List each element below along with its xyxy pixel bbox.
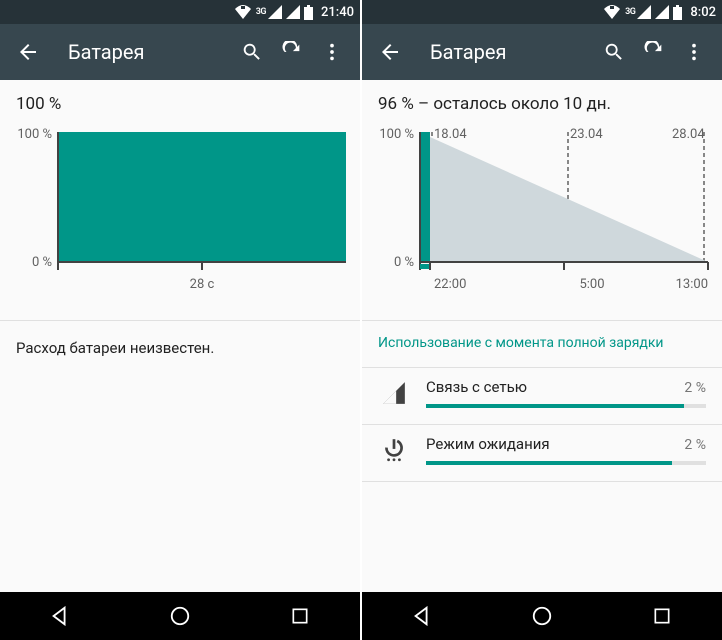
usage-item-network[interactable]: Связь с сетью 2 %	[362, 368, 722, 414]
content: 96 % – осталось около 10 дн. 100 % 0 % 1…	[362, 80, 722, 592]
battery-summary: 96 % – осталось около 10 дн.	[362, 80, 722, 124]
battery-icon	[673, 5, 682, 20]
top-tick-1: 23.04	[570, 127, 603, 142]
usage-bar-fill	[426, 404, 684, 408]
battery-icon	[304, 5, 313, 20]
nav-home-button[interactable]	[150, 592, 210, 640]
signal-icon-1	[268, 5, 282, 19]
navigation-bar	[362, 592, 722, 640]
x-tick-center: 28 с	[190, 277, 215, 292]
back-button[interactable]	[8, 32, 48, 72]
overflow-menu-button[interactable]	[674, 32, 714, 72]
network-3g-label: 3G	[625, 7, 635, 17]
chart-now-marker	[420, 264, 430, 269]
clock: 8:02	[690, 5, 716, 20]
usage-bar	[426, 404, 706, 408]
app-header: Батарея	[0, 24, 360, 80]
usage-bar	[426, 461, 706, 465]
status-bar: 3G 21:40	[0, 0, 360, 24]
signal-icon-1	[637, 5, 651, 19]
usage-percent: 2 %	[684, 437, 706, 453]
battery-chart[interactable]: 100 % 0 % 28 с	[0, 124, 360, 314]
y-tick-bottom: 0 %	[394, 255, 414, 270]
usage-percent: 2 %	[684, 380, 706, 396]
chart-actual-area	[58, 132, 346, 262]
nav-back-button[interactable]	[30, 592, 90, 640]
refresh-button[interactable]	[634, 32, 674, 72]
battery-chart[interactable]: 100 % 0 % 18.04 23.04 28.04	[362, 124, 722, 314]
app-header: Батарея	[362, 24, 722, 80]
nav-recent-button[interactable]	[632, 592, 692, 640]
divider	[362, 481, 722, 482]
phone-right: 3G 8:02 Батарея 96 % – осталось около 10…	[362, 0, 722, 640]
refresh-button[interactable]	[272, 32, 312, 72]
since-full-charge-label: Использование с момента полной зарядки	[362, 321, 722, 361]
phone-left: 3G 21:40 Батарея 100 %	[0, 0, 360, 640]
top-tick-2: 28.04	[672, 127, 705, 142]
back-button[interactable]	[370, 32, 410, 72]
power-icon	[378, 437, 410, 463]
chart-actual-area	[420, 132, 430, 262]
overflow-menu-button[interactable]	[312, 32, 352, 72]
signal-icon-2	[655, 5, 669, 19]
signal-icon	[378, 380, 410, 406]
battery-summary: 100 %	[0, 80, 360, 124]
wifi-icon	[234, 5, 252, 19]
clock: 21:40	[321, 5, 354, 20]
chart-forecast-area	[430, 137, 708, 262]
usage-bar-fill	[426, 461, 672, 465]
y-tick-top: 100 %	[379, 127, 414, 142]
network-3g-label: 3G	[256, 7, 266, 17]
y-tick-bottom: 0 %	[32, 255, 52, 270]
x-tick-0: 22:00	[434, 277, 466, 292]
search-button[interactable]	[594, 32, 634, 72]
usage-item-standby[interactable]: Режим ожидания 2 %	[362, 425, 722, 471]
nav-recent-button[interactable]	[270, 592, 330, 640]
search-button[interactable]	[232, 32, 272, 72]
usage-unknown-text: Расход батареи неизвестен.	[0, 321, 360, 375]
navigation-bar	[0, 592, 360, 640]
page-title: Батарея	[68, 40, 232, 64]
x-tick-2: 13:00	[676, 277, 708, 292]
x-tick-1: 5:00	[579, 277, 604, 292]
status-bar: 3G 8:02	[362, 0, 722, 24]
usage-label: Связь с сетью	[426, 378, 527, 396]
page-title: Батарея	[430, 40, 594, 64]
nav-home-button[interactable]	[512, 592, 572, 640]
top-tick-0: 18.04	[434, 127, 467, 142]
content: 100 % 100 % 0 % 28 с Расход батареи	[0, 80, 360, 592]
y-tick-top: 100 %	[17, 127, 52, 142]
wifi-icon	[603, 5, 621, 19]
nav-back-button[interactable]	[392, 592, 452, 640]
usage-label: Режим ожидания	[426, 435, 550, 453]
signal-icon-2	[286, 5, 300, 19]
